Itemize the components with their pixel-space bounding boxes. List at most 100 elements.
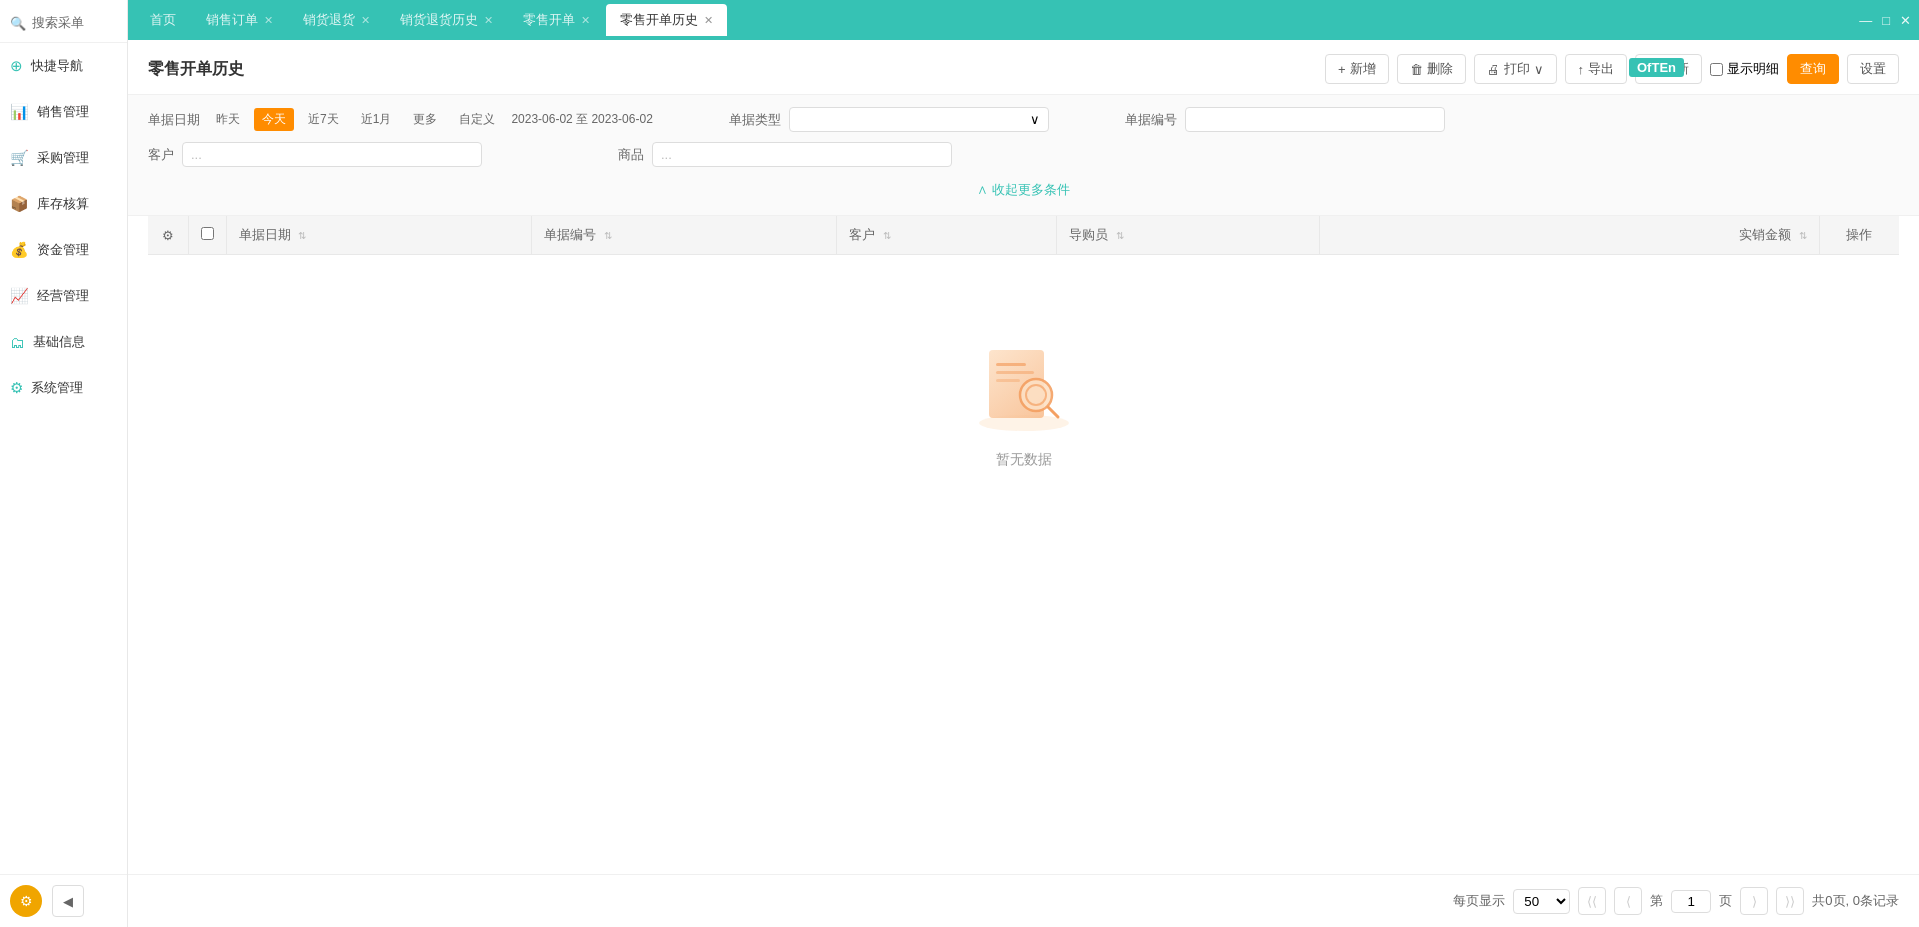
filter-doctype-item: 单据类型 ∨ bbox=[729, 107, 1049, 132]
query-button[interactable]: 查询 bbox=[1787, 54, 1839, 84]
operations-icon: 📈 bbox=[10, 287, 29, 305]
select-all-checkbox[interactable] bbox=[201, 227, 214, 240]
settings-btn[interactable]: 设置 bbox=[1847, 54, 1899, 84]
page-prev-btn[interactable]: ⟨ bbox=[1614, 887, 1642, 915]
filter-date-item: 单据日期 昨天 今天 近7天 近1月 更多 自定义 2023-06-02 至 2… bbox=[148, 108, 653, 131]
inventory-icon: 📦 bbox=[10, 195, 29, 213]
empty-text: 暂无数据 bbox=[996, 451, 1052, 469]
col-settings[interactable]: ⚙ bbox=[148, 216, 188, 255]
col-guide[interactable]: 导购员 ⇅ bbox=[1056, 216, 1319, 255]
page-first-btn[interactable]: ⟨⟨ bbox=[1578, 887, 1606, 915]
settings-icon: ⚙ bbox=[20, 893, 33, 909]
col-number[interactable]: 单据编号 ⇅ bbox=[531, 216, 836, 255]
customer-placeholder: ... bbox=[191, 147, 202, 162]
settings-button[interactable]: ⚙ bbox=[10, 885, 42, 917]
date-today-btn[interactable]: 今天 bbox=[254, 108, 294, 131]
show-detail-label: 显示明细 bbox=[1727, 60, 1779, 78]
print-label: 打印 bbox=[1504, 60, 1530, 78]
tab-retail-open-history-close[interactable]: ✕ bbox=[704, 14, 713, 27]
product-select[interactable]: ... bbox=[652, 142, 952, 167]
tab-sales-order[interactable]: 销售订单 ✕ bbox=[192, 4, 287, 36]
sidebar-item-label: 系统管理 bbox=[31, 379, 83, 397]
date-last1m-btn[interactable]: 近1月 bbox=[353, 108, 400, 131]
col-actions: 操作 bbox=[1819, 216, 1899, 255]
date-yesterday-btn[interactable]: 昨天 bbox=[208, 108, 248, 131]
per-page-select[interactable]: 50 10 20 100 bbox=[1513, 889, 1570, 914]
doctype-select[interactable]: ∨ bbox=[789, 107, 1049, 132]
finance-icon: 💰 bbox=[10, 241, 29, 259]
tab-sales-return-close[interactable]: ✕ bbox=[361, 14, 370, 27]
col-customer-sort[interactable]: ⇅ bbox=[883, 230, 891, 241]
tab-sales-return-label: 销货退货 bbox=[303, 11, 355, 29]
print-dropdown-icon: ∨ bbox=[1534, 62, 1544, 77]
sidebar-item-label: 基础信息 bbox=[33, 333, 85, 351]
col-amount[interactable]: 实销金额 ⇅ bbox=[1319, 216, 1819, 255]
query-label: 查询 bbox=[1800, 60, 1826, 78]
quick-nav-icon: ⊕ bbox=[10, 57, 23, 75]
sidebar-item-operations[interactable]: 📈 经营管理 bbox=[0, 273, 127, 319]
tab-sales-return[interactable]: 销货退货 ✕ bbox=[289, 4, 384, 36]
page-last-btn[interactable]: ⟩⟩ bbox=[1776, 887, 1804, 915]
window-maximize-btn[interactable]: □ bbox=[1882, 13, 1890, 28]
delete-button[interactable]: 🗑 删除 bbox=[1397, 54, 1466, 84]
sidebar-item-finance[interactable]: 💰 资金管理 bbox=[0, 227, 127, 273]
sidebar-item-inventory[interactable]: 📦 库存核算 bbox=[0, 181, 127, 227]
tab-retail-open-history[interactable]: 零售开单历史 ✕ bbox=[606, 4, 727, 36]
page-next-btn[interactable]: ⟩ bbox=[1740, 887, 1768, 915]
filter-docnum-item: 单据编号 bbox=[1125, 107, 1445, 132]
sidebar-item-base-info[interactable]: 🗂 基础信息 bbox=[0, 319, 127, 365]
delete-icon: 🗑 bbox=[1410, 62, 1423, 77]
tab-home-label: 首页 bbox=[150, 11, 176, 29]
date-more-btn[interactable]: 更多 bbox=[405, 108, 445, 131]
col-number-sort[interactable]: ⇅ bbox=[604, 230, 612, 241]
tab-sales-return-history-close[interactable]: ✕ bbox=[484, 14, 493, 27]
total-text: 共0页, 0条记录 bbox=[1812, 892, 1899, 910]
page-input[interactable] bbox=[1671, 890, 1711, 913]
date-label: 单据日期 bbox=[148, 111, 200, 129]
col-customer[interactable]: 客户 ⇅ bbox=[837, 216, 1057, 255]
show-detail-checkbox[interactable] bbox=[1710, 63, 1723, 76]
system-icon: ⚙ bbox=[10, 379, 23, 397]
window-minimize-btn[interactable]: — bbox=[1859, 13, 1872, 28]
new-button[interactable]: + 新增 bbox=[1325, 54, 1389, 84]
tab-home[interactable]: 首页 bbox=[136, 4, 190, 36]
tab-sales-return-history[interactable]: 销货退货历史 ✕ bbox=[386, 4, 507, 36]
col-date[interactable]: 单据日期 ⇅ bbox=[226, 216, 531, 255]
docnum-input[interactable] bbox=[1185, 107, 1445, 132]
empty-illustration bbox=[964, 335, 1084, 435]
show-detail-toggle[interactable]: 显示明细 bbox=[1710, 60, 1779, 78]
date-last7-btn[interactable]: 近7天 bbox=[300, 108, 347, 131]
sidebar-search[interactable]: 🔍 搜索采单 bbox=[0, 0, 127, 43]
empty-state-row: 暂无数据 bbox=[148, 255, 1899, 550]
window-close-btn[interactable]: ✕ bbox=[1900, 13, 1911, 28]
col-guide-sort[interactable]: ⇅ bbox=[1116, 230, 1124, 241]
print-button[interactable]: 🖨 打印 ∨ bbox=[1474, 54, 1557, 84]
sidebar-collapse-button[interactable]: ◀ bbox=[52, 885, 84, 917]
collapse-icon: ◀ bbox=[63, 894, 73, 909]
table-body: 暂无数据 bbox=[148, 255, 1899, 550]
sidebar-item-label: 销售管理 bbox=[37, 103, 89, 121]
col-date-sort[interactable]: ⇅ bbox=[298, 230, 306, 241]
customer-select[interactable]: ... bbox=[182, 142, 482, 167]
sidebar-item-sales-mgmt[interactable]: 📊 销售管理 bbox=[0, 89, 127, 135]
col-checkbox[interactable] bbox=[188, 216, 226, 255]
col-amount-sort[interactable]: ⇅ bbox=[1799, 230, 1807, 241]
collapse-more-btn[interactable]: ∧ 收起更多条件 bbox=[977, 177, 1070, 203]
docnum-label: 单据编号 bbox=[1125, 111, 1177, 129]
sidebar-item-quick-nav[interactable]: ⊕ 快捷导航 bbox=[0, 43, 127, 89]
sidebar-item-system-mgmt[interactable]: ⚙ 系统管理 bbox=[0, 365, 127, 411]
date-custom-btn[interactable]: 自定义 bbox=[451, 108, 503, 131]
sidebar-item-purchase-mgmt[interactable]: 🛒 采购管理 bbox=[0, 135, 127, 181]
export-button[interactable]: ↑ 导出 bbox=[1565, 54, 1628, 84]
main-area: 首页 销售订单 ✕ 销货退货 ✕ 销货退货历史 ✕ 零售开单 ✕ 零售开单历史 … bbox=[128, 0, 1919, 927]
pagination: 每页显示 50 10 20 100 ⟨⟨ ⟨ 第 页 ⟩ ⟩⟩ 共0页, 0条记… bbox=[128, 874, 1919, 927]
tab-retail-open[interactable]: 零售开单 ✕ bbox=[509, 4, 604, 36]
tab-sales-order-label: 销售订单 bbox=[206, 11, 258, 29]
product-placeholder: ... bbox=[661, 147, 672, 162]
svg-rect-3 bbox=[996, 363, 1026, 366]
settings-label: 设置 bbox=[1860, 60, 1886, 78]
tab-sales-order-close[interactable]: ✕ bbox=[264, 14, 273, 27]
col-date-label: 单据日期 bbox=[239, 227, 291, 242]
tab-retail-open-close[interactable]: ✕ bbox=[581, 14, 590, 27]
svg-rect-4 bbox=[996, 371, 1034, 374]
